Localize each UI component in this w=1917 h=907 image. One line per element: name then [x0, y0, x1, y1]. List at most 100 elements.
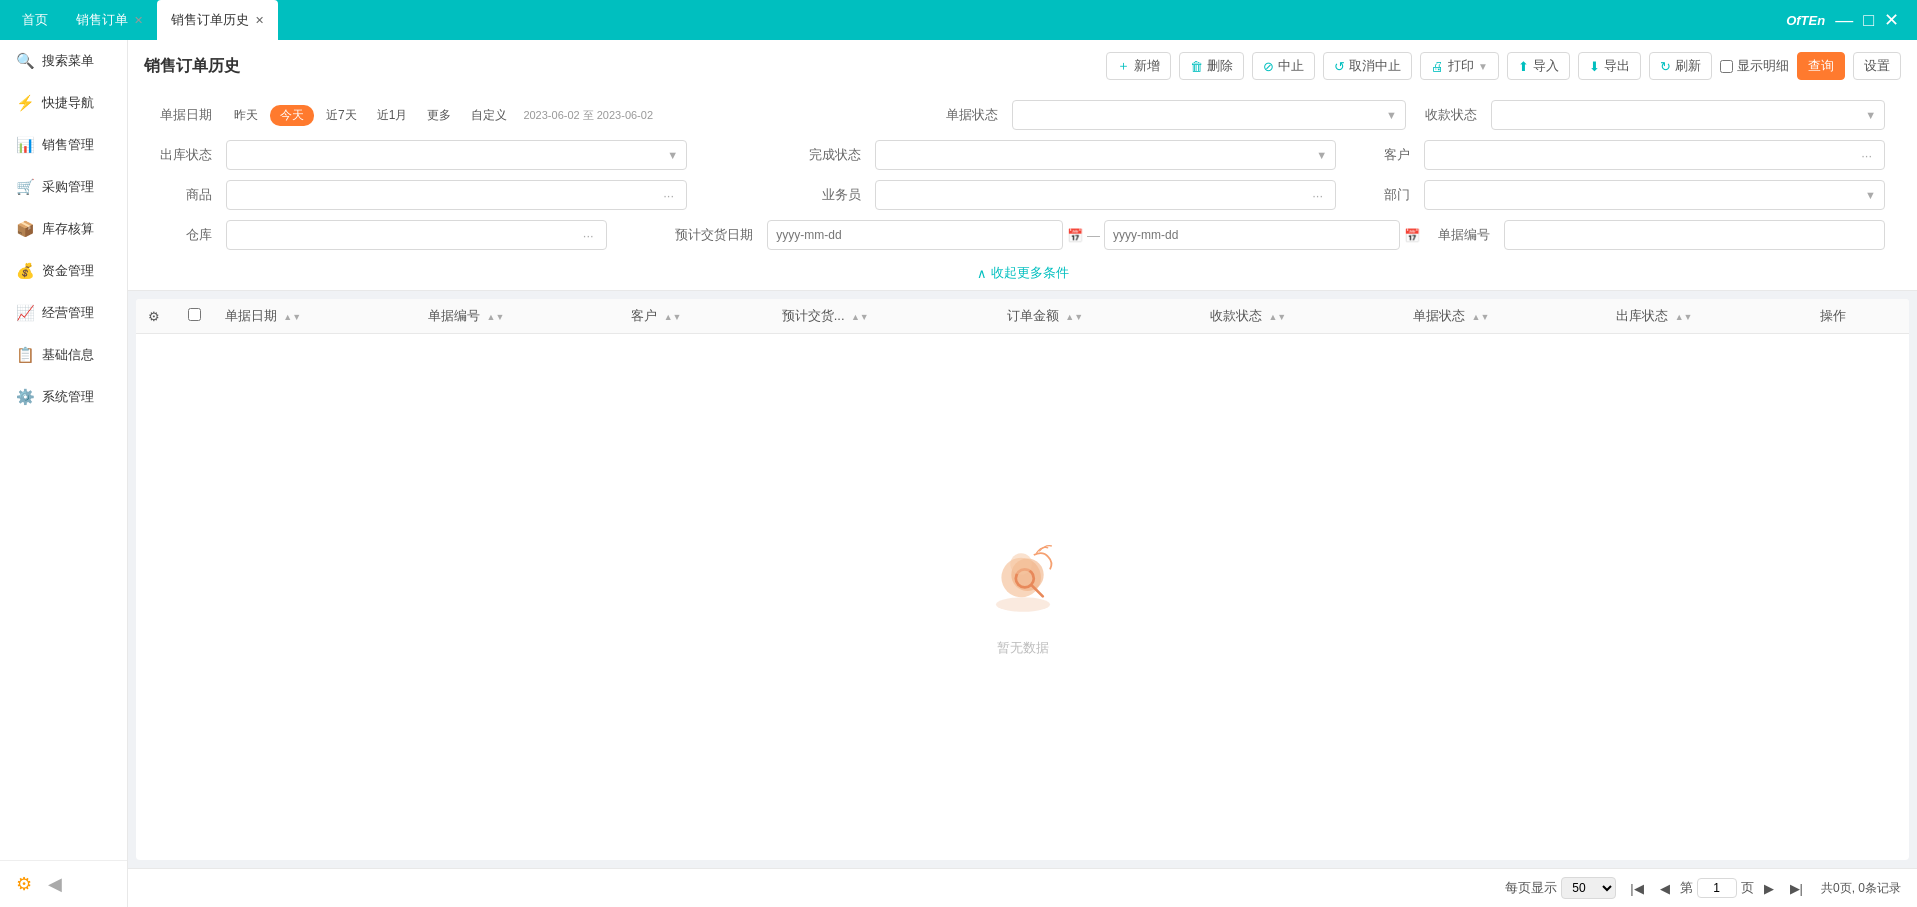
shortcut-yesterday[interactable]: 昨天: [226, 105, 266, 126]
page-input[interactable]: [1697, 878, 1737, 898]
new-icon: ＋: [1117, 57, 1130, 75]
sidebar-item-purchase-mgmt-label: 采购管理: [42, 178, 94, 196]
settings-icon[interactable]: ⚙: [148, 309, 160, 324]
filter-area: 单据日期 昨天 今天 近7天 近1月 更多 自定义 2023-06-02 至 2…: [144, 90, 1901, 290]
receipt-status-select[interactable]: ▼: [1491, 100, 1885, 130]
warehouse-input[interactable]: ···: [226, 220, 607, 250]
customer-input[interactable]: ···: [1424, 140, 1885, 170]
col-no-header[interactable]: 单据编号 ▲▼: [416, 299, 619, 334]
col-date-label: 单据日期: [225, 308, 277, 323]
cancel-stop-button[interactable]: ↺ 取消中止: [1323, 52, 1412, 80]
page-suffix: 页: [1741, 879, 1754, 897]
stop-button[interactable]: ⊘ 中止: [1252, 52, 1315, 80]
last-page-btn[interactable]: ▶|: [1784, 879, 1809, 898]
sidebar-settings-icon[interactable]: ⚙: [16, 873, 32, 895]
col-checkbox-header[interactable]: [176, 299, 213, 334]
sidebar-item-basic-info[interactable]: 📋 基础信息: [0, 334, 127, 376]
refresh-button[interactable]: ↻ 刷新: [1649, 52, 1712, 80]
sidebar-item-purchase-mgmt[interactable]: 🛒 采购管理: [0, 166, 127, 208]
import-label: 导入: [1533, 57, 1559, 75]
sidebar-item-inventory[interactable]: 📦 库存核算: [0, 208, 127, 250]
sidebar-item-finance[interactable]: 💰 资金管理: [0, 250, 127, 292]
sidebar-item-search-menu[interactable]: 🔍 搜索菜单: [0, 40, 127, 82]
settings-label: 设置: [1864, 57, 1890, 75]
sidebar-item-inventory-label: 库存核算: [42, 220, 94, 238]
window-minimize-btn[interactable]: —: [1835, 10, 1853, 31]
window-maximize-btn[interactable]: □: [1863, 10, 1874, 31]
tab-sales-order[interactable]: 销售订单 ✕: [62, 0, 157, 40]
first-page-btn[interactable]: |◀: [1624, 879, 1649, 898]
shortcut-7days[interactable]: 近7天: [318, 105, 365, 126]
salesman-input[interactable]: ···: [875, 180, 1336, 210]
warehouse-dots[interactable]: ···: [579, 228, 598, 243]
collapse-row[interactable]: ∧ 收起更多条件: [160, 260, 1885, 290]
expected-date-from[interactable]: [767, 220, 1063, 250]
sidebar-item-operations[interactable]: 📈 经营管理: [0, 292, 127, 334]
tab-home[interactable]: 首页: [8, 0, 62, 40]
col-date-header[interactable]: 单据日期 ▲▼: [213, 299, 416, 334]
refresh-icon: ↻: [1660, 59, 1671, 74]
sidebar: 🔍 搜索菜单 ⚡ 快捷导航 📊 销售管理 🛒 采购管理 📦 库存核算 💰: [0, 40, 128, 907]
col-settings-header[interactable]: ⚙: [136, 299, 176, 334]
customer-dots[interactable]: ···: [1857, 148, 1876, 163]
calendar-to-icon[interactable]: 📅: [1404, 228, 1420, 243]
print-button[interactable]: 🖨 打印 ▼: [1420, 52, 1499, 80]
col-out-status-header[interactable]: 出库状态 ▲▼: [1604, 299, 1807, 334]
col-no-sort[interactable]: ▲▼: [487, 313, 505, 322]
expected-date-to[interactable]: [1104, 220, 1400, 250]
tab-sales-order-history-close[interactable]: ✕: [255, 14, 264, 27]
out-status-select[interactable]: ▼: [226, 140, 687, 170]
delete-button[interactable]: 🗑 删除: [1179, 52, 1244, 80]
col-bill-status-sort[interactable]: ▲▼: [1472, 313, 1490, 322]
print-label: 打印: [1448, 57, 1474, 75]
tab-sales-order-history[interactable]: 销售订单历史 ✕: [157, 0, 278, 40]
sidebar-item-quick-nav[interactable]: ⚡ 快捷导航: [0, 82, 127, 124]
sidebar-item-operations-label: 经营管理: [42, 304, 94, 322]
expected-date-label: 预计交货日期: [675, 226, 761, 244]
bill-status-select[interactable]: ▼: [1012, 100, 1406, 130]
new-button[interactable]: ＋ 新增: [1106, 52, 1171, 80]
bill-no-input[interactable]: [1504, 220, 1885, 250]
sidebar-collapse-icon[interactable]: ◀: [48, 873, 62, 895]
import-button[interactable]: ⬆ 导入: [1507, 52, 1570, 80]
col-receipt-status-header[interactable]: 收款状态 ▲▼: [1198, 299, 1401, 334]
sidebar-item-sales-mgmt[interactable]: 📊 销售管理: [0, 124, 127, 166]
shortcut-more[interactable]: 更多: [419, 105, 459, 126]
col-bill-status-header[interactable]: 单据状态 ▲▼: [1401, 299, 1604, 334]
window-close-btn[interactable]: ✕: [1884, 9, 1899, 31]
next-page-btn[interactable]: ▶: [1758, 879, 1780, 898]
query-button[interactable]: 查询: [1797, 52, 1845, 80]
shortcut-custom[interactable]: 自定义: [463, 105, 515, 126]
calendar-from-icon[interactable]: 📅: [1067, 228, 1083, 243]
shortcut-1month[interactable]: 近1月: [369, 105, 416, 126]
sys-mgmt-icon: ⚙️: [16, 388, 34, 406]
col-receipt-status-sort[interactable]: ▲▼: [1268, 313, 1286, 322]
col-out-status-sort[interactable]: ▲▼: [1675, 313, 1693, 322]
display-toggle-checkbox[interactable]: [1720, 60, 1733, 73]
dept-select[interactable]: ▼: [1424, 180, 1885, 210]
select-all-checkbox[interactable]: [188, 308, 201, 321]
col-date-sort[interactable]: ▲▼: [283, 313, 301, 322]
prev-page-btn[interactable]: ◀: [1654, 879, 1676, 898]
product-dots[interactable]: ···: [659, 188, 678, 203]
page-header: 销售订单历史 ＋ 新增 🗑 删除 ⊘ 中止 ↺: [128, 40, 1917, 291]
col-amount-header[interactable]: 订单金额 ▲▼: [995, 299, 1198, 334]
tab-sales-order-close[interactable]: ✕: [134, 14, 143, 27]
svg-point-0: [996, 597, 1050, 611]
export-button[interactable]: ⬇ 导出: [1578, 52, 1641, 80]
col-amount-sort[interactable]: ▲▼: [1065, 313, 1083, 322]
shortcut-today[interactable]: 今天: [270, 105, 314, 126]
col-expected-sort[interactable]: ▲▼: [851, 313, 869, 322]
sidebar-item-sys-mgmt[interactable]: ⚙️ 系统管理: [0, 376, 127, 418]
complete-status-select[interactable]: ▼: [875, 140, 1336, 170]
delete-label: 删除: [1207, 57, 1233, 75]
settings-button[interactable]: 设置: [1853, 52, 1901, 80]
salesman-dots[interactable]: ···: [1308, 188, 1327, 203]
col-customer-header[interactable]: 客户 ▲▼: [619, 299, 769, 334]
per-page-select[interactable]: 50 10 20 100: [1561, 877, 1616, 899]
col-expected-header[interactable]: 预计交货... ▲▼: [770, 299, 995, 334]
display-toggle[interactable]: 显示明细: [1720, 57, 1789, 75]
sidebar-item-sys-mgmt-label: 系统管理: [42, 388, 94, 406]
product-input[interactable]: ···: [226, 180, 687, 210]
col-customer-sort[interactable]: ▲▼: [664, 313, 682, 322]
